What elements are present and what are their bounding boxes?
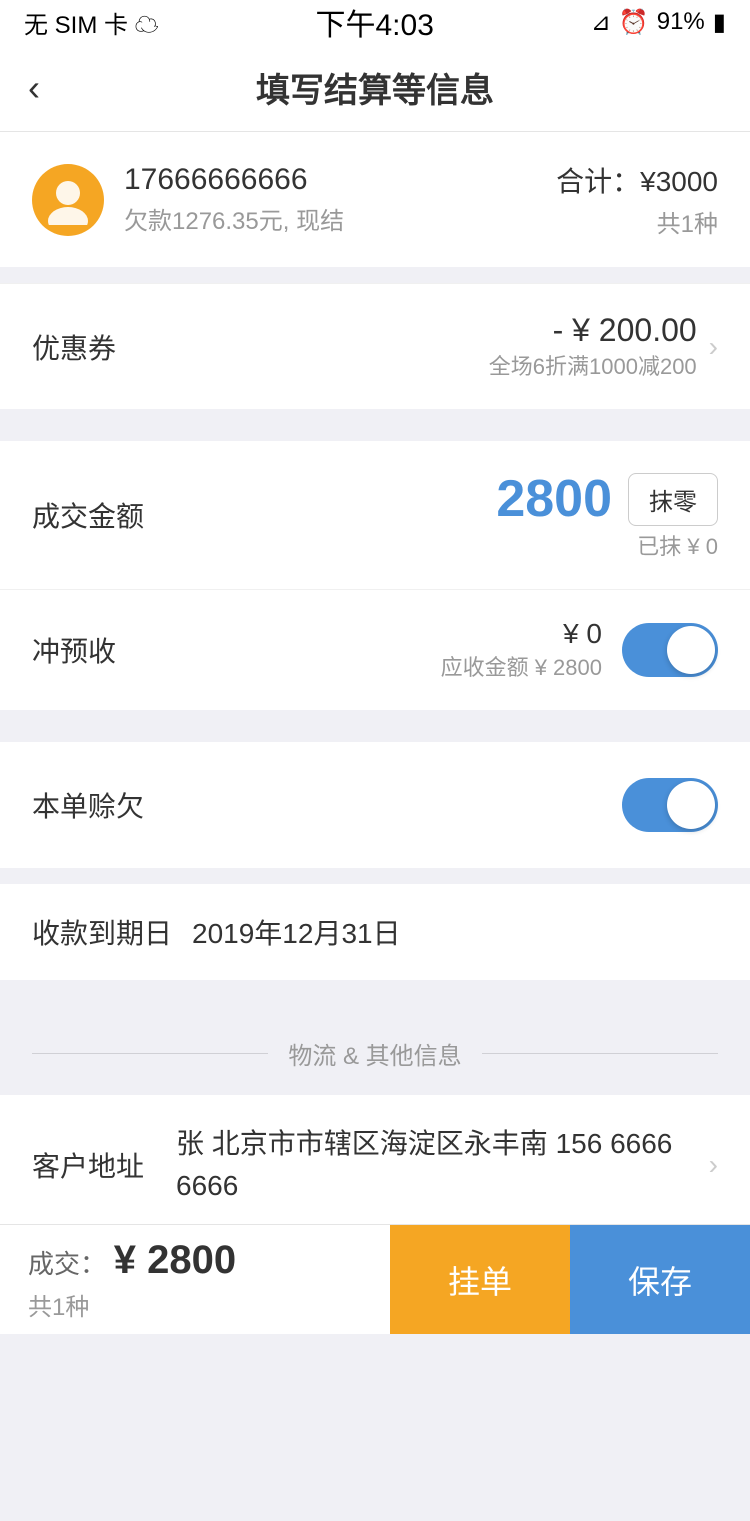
alarm-icon: ⏰ [619,8,649,37]
address-label: 客户地址 [32,1145,144,1185]
precharge-toggle[interactable] [622,623,718,677]
address-row[interactable]: 客户地址 张 北京市市辖区海淀区永丰南 156 6666 6666 › [0,1095,750,1235]
coupon-amount: - ¥ 200.00 [489,312,697,349]
user-info-row: 17666666666 欠款1276.35元, 现结 合计：¥3000 共1种 [0,132,750,267]
round-zero-button[interactable]: 抹零 [628,473,718,526]
deal-amount-label: 成交金额 [32,495,144,535]
coupon-desc: 全场6折满1000减200 [489,349,697,381]
bottom-deal-row: 成交： ¥ 2800 [28,1238,362,1283]
deal-amount-sub: 已抹 ¥ 0 [637,529,718,561]
avatar [32,164,104,236]
divider-line-right [482,1053,718,1054]
bottom-info: 成交： ¥ 2800 共1种 [0,1225,390,1334]
precharge-amount: ¥ 0 [441,618,602,650]
toggle-knob [667,626,715,674]
debt-row: 本单赊欠 [0,742,750,868]
bottom-count: 共1种 [28,1287,362,1322]
deal-amount-value: 2800 [496,469,612,529]
coupon-label: 优惠券 [32,327,116,367]
page-title: 填写结算等信息 [256,63,494,112]
debt-toggle[interactable] [622,778,718,832]
precharge-row: 冲预收 ¥ 0 应收金额 ¥ 2800 [0,590,750,710]
coupon-right: - ¥ 200.00 全场6折满1000减200 › [489,312,718,381]
precharge-sub: 应收金额 ¥ 2800 [441,650,602,682]
location-icon: ⊿ [591,8,611,37]
precharge-amount-area: ¥ 0 应收金额 ¥ 2800 [441,618,602,682]
precharge-right: ¥ 0 应收金额 ¥ 2800 [441,618,718,682]
duedate-value: 2019年12月31日 [192,912,401,952]
chevron-right-icon: › [709,331,718,363]
section-divider-3 [0,996,750,1012]
status-right: ⊿ ⏰ 91% ▮ [591,8,726,37]
total-amount: 合计：¥3000 [556,160,718,200]
precharge-label: 冲预收 [32,630,116,670]
user-left: 17666666666 欠款1276.35元, 现结 [32,163,344,236]
deal-amount-section: 成交金额 2800 抹零 已抹 ¥ 0 冲预收 ¥ 0 应收金额 ¥ 2800 [0,441,750,710]
status-bar: 无 SIM 卡 ☁ 下午4:03 ⊿ ⏰ 91% ▮ [0,0,750,44]
total-count: 共1种 [556,204,718,239]
bottom-deal-label: 成交： [28,1249,106,1279]
battery-label: 91% [657,8,705,36]
battery-icon: ▮ [713,8,726,37]
nav-bar: ‹ 填写结算等信息 [0,44,750,132]
duedate-label: 收款到期日 [32,912,172,952]
logistics-divider-section: 物流 & 其他信息 [0,1012,750,1095]
debt-label: 本单赊欠 [32,785,144,825]
no-sim-label: 无 SIM 卡 ☁ [24,5,159,40]
hang-order-button[interactable]: 挂单 [390,1225,570,1334]
coupon-row[interactable]: 优惠券 - ¥ 200.00 全场6折满1000减200 › [0,283,750,409]
user-phone: 17666666666 [124,163,344,197]
bottom-amount: ¥ 2800 [114,1238,236,1282]
divider-line-left [32,1053,268,1054]
logistics-divider-text: 物流 & 其他信息 [268,1036,481,1071]
status-left: 无 SIM 卡 ☁ [24,5,159,40]
save-button[interactable]: 保存 [570,1225,750,1334]
status-time: 下午4:03 [316,0,434,44]
duedate-row: 收款到期日 2019年12月31日 [0,884,750,980]
back-button[interactable]: ‹ [28,67,40,109]
address-value: 张 北京市市辖区海淀区永丰南 156 6666 6666 [176,1123,709,1207]
user-debt: 欠款1276.35元, 现结 [124,201,344,236]
bottom-bar: 成交： ¥ 2800 共1种 挂单 保存 [0,1224,750,1334]
user-total: 合计：¥3000 共1种 [556,160,718,239]
deal-amount-value-area: 2800 抹零 [496,469,718,529]
section-divider-1 [0,425,750,441]
address-chevron-icon: › [709,1149,718,1181]
user-details: 17666666666 欠款1276.35元, 现结 [124,163,344,236]
debt-toggle-knob [667,781,715,829]
deal-amount-row: 成交金额 2800 抹零 已抹 ¥ 0 [0,441,750,590]
section-divider-2 [0,726,750,742]
